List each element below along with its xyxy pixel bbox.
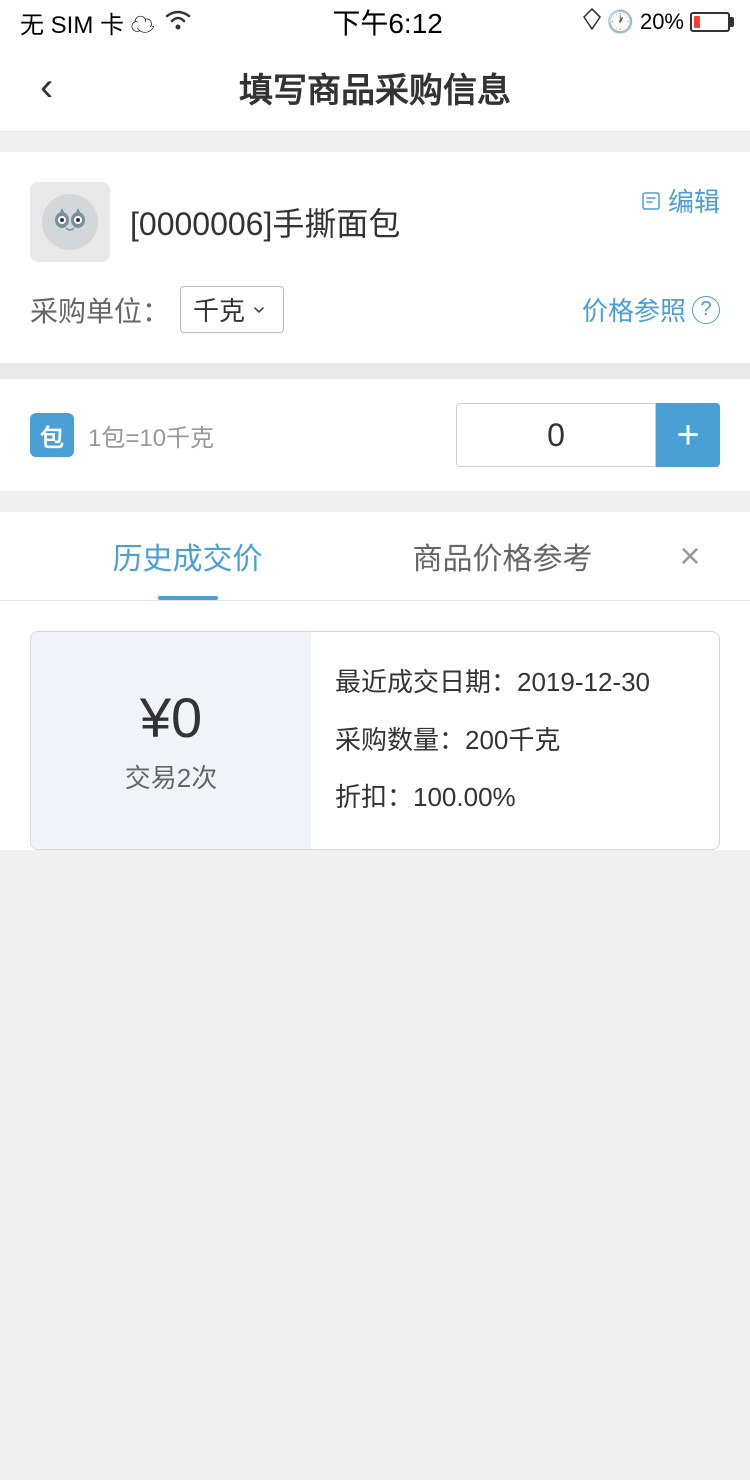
- tab-underline: [158, 596, 218, 600]
- product-thumbnail: [30, 182, 110, 262]
- close-button[interactable]: ×: [660, 526, 720, 586]
- quantity-label: 包 1包=10千克: [30, 413, 214, 457]
- recent-date: 最近成交日期：2019-12-30: [335, 662, 695, 704]
- edit-button[interactable]: 编辑: [640, 182, 720, 219]
- section-divider: [0, 363, 750, 379]
- sim-status: 无 SIM 卡 ☁: [20, 5, 155, 40]
- price-left-panel: ¥0 交易2次: [31, 632, 311, 849]
- product-card: [0000006]手撕面包 编辑 采购单位： 千克 价格参照 ?: [0, 152, 750, 363]
- status-time: 下午6:12: [332, 2, 443, 42]
- bottom-panel: 历史成交价 商品价格参考 × ¥0 交易2次 最近成交日期：2019-12-30…: [0, 512, 750, 850]
- alarm-icon: 🕐: [607, 9, 634, 35]
- tabs-row: 历史成交价 商品价格参考 ×: [0, 512, 750, 601]
- battery-icon: [690, 12, 730, 32]
- status-bar: 无 SIM 卡 ☁ 下午6:12 🕐 20%: [0, 0, 750, 44]
- product-header: [0000006]手撕面包 编辑: [30, 182, 720, 262]
- main-content: [0, 880, 750, 1480]
- product-name: [0000006]手撕面包: [130, 199, 400, 245]
- purchase-qty: 采购数量：200千克: [335, 720, 695, 762]
- price-value: ¥0: [140, 685, 202, 750]
- status-left: 无 SIM 卡 ☁: [20, 5, 193, 40]
- wifi-icon: [163, 8, 193, 37]
- price-card: ¥0 交易2次 最近成交日期：2019-12-30 采购数量：200千克 折扣：…: [30, 631, 720, 850]
- tab-price-ref[interactable]: 商品价格参考: [345, 512, 660, 600]
- quantity-input[interactable]: [456, 403, 656, 467]
- price-right-panel: 最近成交日期：2019-12-30 采购数量：200千克 折扣：100.00%: [311, 632, 719, 849]
- quantity-row: 包 1包=10千克 +: [0, 379, 750, 492]
- product-unit-row: 采购单位： 千克 价格参照 ?: [30, 286, 720, 333]
- unit-badge: 包: [30, 413, 74, 457]
- unit-select[interactable]: 千克: [180, 286, 284, 333]
- location-icon: [583, 8, 601, 36]
- price-times: 交易2次: [125, 758, 217, 795]
- conversion-note: 1包=10千克: [88, 418, 214, 453]
- tab-history-price[interactable]: 历史成交价: [30, 512, 345, 600]
- price-ref-button[interactable]: 价格参照 ?: [582, 291, 720, 328]
- nav-bar: ‹ 填写商品采购信息: [0, 44, 750, 132]
- page-title: 填写商品采购信息: [239, 63, 511, 112]
- product-left: [0000006]手撕面包: [30, 182, 400, 262]
- status-right: 🕐 20%: [583, 8, 730, 36]
- help-icon: ?: [692, 296, 720, 324]
- plus-button[interactable]: +: [656, 403, 720, 467]
- unit-label: 采购单位： 千克: [30, 286, 284, 333]
- back-button[interactable]: ‹: [30, 55, 63, 120]
- discount: 折扣：100.00%: [335, 777, 695, 819]
- quantity-input-group: +: [456, 403, 720, 467]
- battery-percent: 20%: [640, 9, 684, 35]
